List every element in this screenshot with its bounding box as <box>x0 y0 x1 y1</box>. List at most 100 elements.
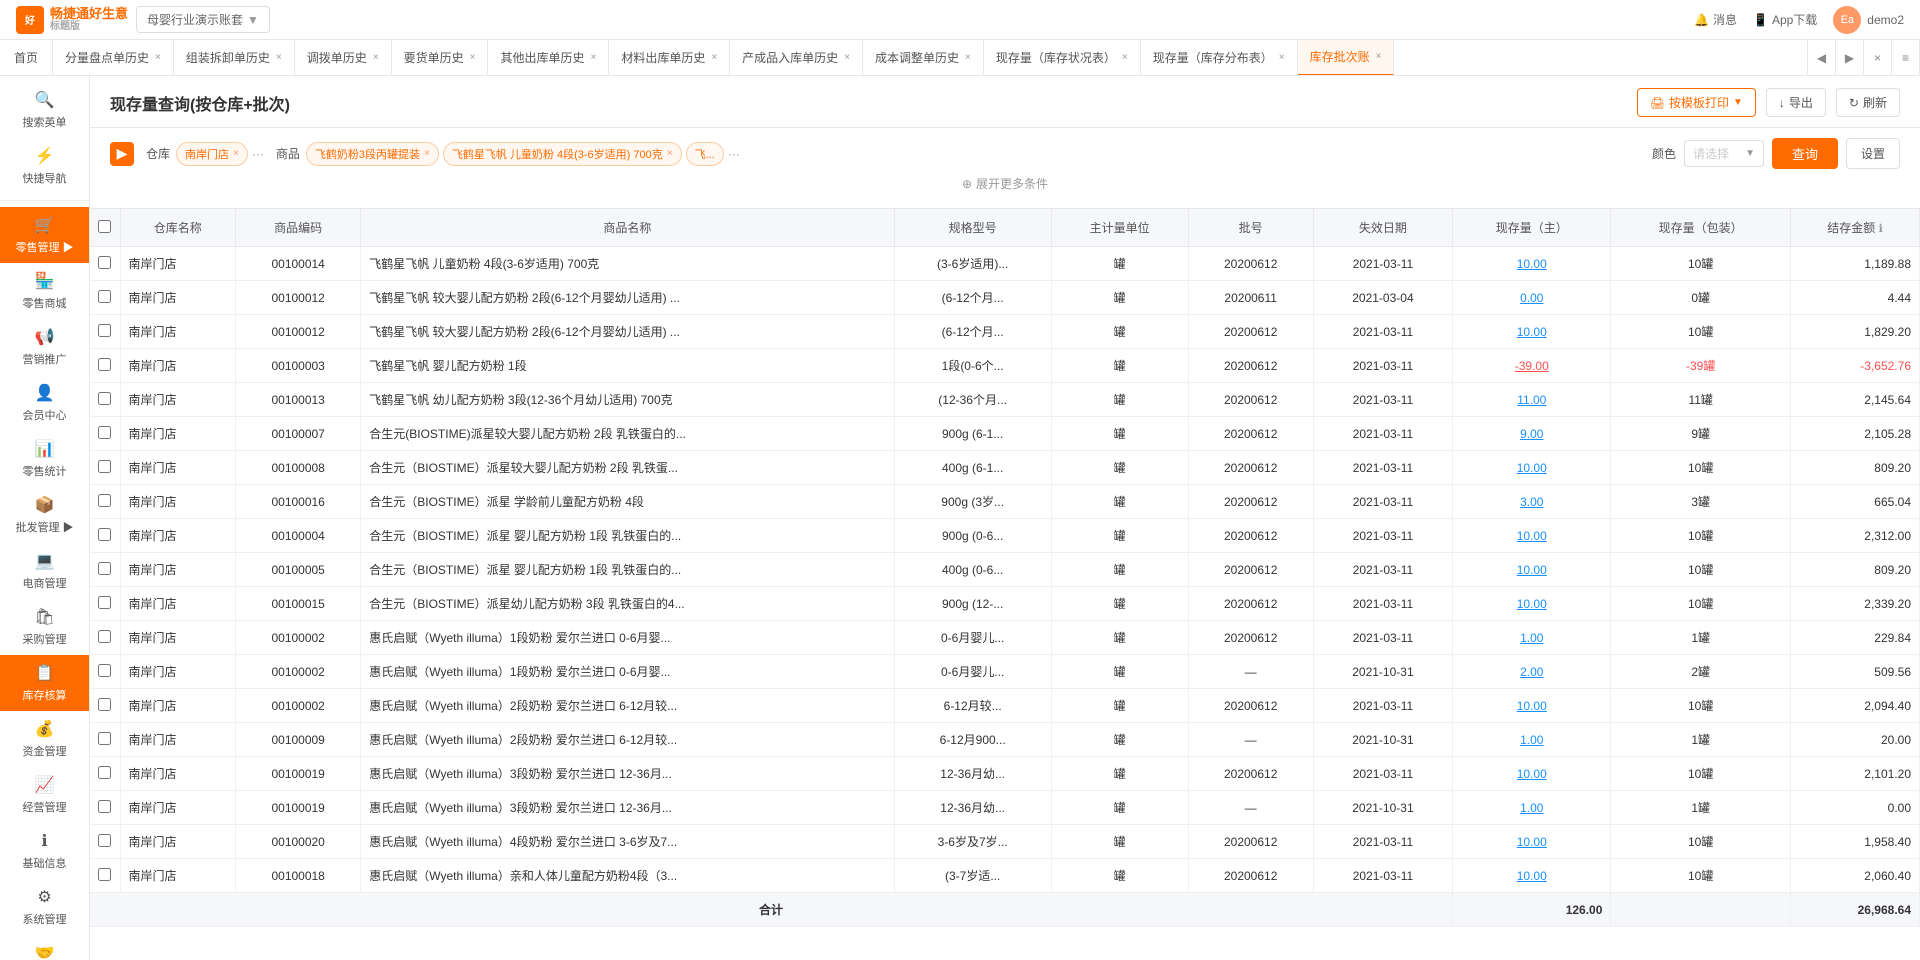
tab-xiancun2[interactable]: 现存量（库存分布表） × <box>1141 40 1298 76</box>
row-checkbox[interactable] <box>98 868 111 881</box>
refresh-button[interactable]: ↻ 刷新 <box>1836 88 1900 117</box>
row-checkbox[interactable] <box>98 494 111 507</box>
tab-close-cailiao[interactable]: × <box>711 52 717 63</box>
row-checkbox[interactable] <box>98 426 111 439</box>
td-qty[interactable]: 10.00 <box>1453 757 1611 791</box>
td-qty[interactable]: 2.00 <box>1453 655 1611 689</box>
row-checkbox[interactable] <box>98 392 111 405</box>
company-selector[interactable]: 母婴行业演示账套 ▼ <box>136 6 270 33</box>
td-qty[interactable]: 10.00 <box>1453 553 1611 587</box>
sidebar-item-ecom[interactable]: 💻 电商管理 <box>0 543 89 599</box>
tab-fenpan[interactable]: 分量盘点单历史 × <box>53 40 174 76</box>
product-tag-1-close[interactable]: × <box>424 148 430 159</box>
td-qty[interactable]: 11.00 <box>1453 383 1611 417</box>
row-checkbox[interactable] <box>98 256 111 269</box>
tab-chengben[interactable]: 成本调整单历史 × <box>863 40 984 76</box>
warehouse-more[interactable]: ··· <box>252 147 264 161</box>
td-qty[interactable]: 10.00 <box>1453 519 1611 553</box>
tab-close-diaob[interactable]: × <box>373 52 379 63</box>
tab-menu-btn[interactable]: ≡ <box>1892 40 1920 76</box>
tab-scroll-left[interactable]: ◀ <box>1808 40 1836 76</box>
row-checkbox[interactable] <box>98 766 111 779</box>
sidebar-item-shop[interactable]: 🏪 零售商城 <box>0 263 89 319</box>
filter-toggle-btn[interactable]: ▶ <box>110 142 134 166</box>
tab-chanpin[interactable]: 产成品入库单历史 × <box>730 40 863 76</box>
td-qty[interactable]: 10.00 <box>1453 451 1611 485</box>
td-qty[interactable]: 10.00 <box>1453 587 1611 621</box>
warehouse-tag-close[interactable]: × <box>233 148 239 159</box>
row-checkbox[interactable] <box>98 698 111 711</box>
td-qty[interactable]: 0.00 <box>1453 281 1611 315</box>
tab-scroll-right[interactable]: ▶ <box>1836 40 1864 76</box>
tab-zuzheng[interactable]: 组装拆卸单历史 × <box>174 40 295 76</box>
tab-cailiao[interactable]: 材料出库单历史 × <box>609 40 730 76</box>
row-checkbox[interactable] <box>98 834 111 847</box>
sidebar-item-retail[interactable]: 🛒 零售管理 ▶ <box>0 207 89 263</box>
row-checkbox[interactable] <box>98 732 111 745</box>
td-qty[interactable]: 1.00 <box>1453 791 1611 825</box>
amount-info-icon[interactable]: ℹ <box>1879 223 1883 235</box>
row-checkbox[interactable] <box>98 290 111 303</box>
setting-button[interactable]: 设置 <box>1846 138 1900 169</box>
sidebar-item-finance[interactable]: 💰 资金管理 <box>0 711 89 767</box>
row-checkbox[interactable] <box>98 460 111 473</box>
select-all-checkbox[interactable] <box>98 220 111 233</box>
tab-kucun-batch[interactable]: 库存批次账 × <box>1298 40 1395 76</box>
sidebar-quick-nav[interactable]: ⚡ 快捷导航 <box>0 138 89 194</box>
td-qty[interactable]: -39.00 <box>1453 349 1611 383</box>
tab-close-yaohuo[interactable]: × <box>470 52 476 63</box>
row-checkbox[interactable] <box>98 528 111 541</box>
tab-xiancun1[interactable]: 现存量（库存状况表） × <box>984 40 1141 76</box>
sidebar-item-wholesale[interactable]: 📦 批发管理 ▶ <box>0 487 89 543</box>
row-checkbox[interactable] <box>98 800 111 813</box>
row-checkbox[interactable] <box>98 630 111 643</box>
query-button[interactable]: 查询 <box>1772 138 1838 169</box>
tab-close-batch[interactable]: × <box>1376 51 1382 62</box>
tab-close-xiancun1[interactable]: × <box>1122 52 1128 63</box>
row-checkbox[interactable] <box>98 664 111 677</box>
row-checkbox[interactable] <box>98 324 111 337</box>
expand-more-btn[interactable]: ⊕ 展开更多条件 <box>110 169 1900 198</box>
product-tag-2-close[interactable]: × <box>667 148 673 159</box>
tab-close-xiancun2[interactable]: × <box>1279 52 1285 63</box>
tab-close-chanpin[interactable]: × <box>844 52 850 63</box>
tab-close-zuzheng[interactable]: × <box>276 52 282 63</box>
export-button[interactable]: ↓ 导出 <box>1766 88 1826 117</box>
app-download-btn[interactable]: 📱 App下载 <box>1753 11 1817 28</box>
td-qty[interactable]: 10.00 <box>1453 825 1611 859</box>
td-qty[interactable]: 9.00 <box>1453 417 1611 451</box>
product-more[interactable]: ··· <box>728 147 740 161</box>
sidebar-item-marketing[interactable]: 📢 营销推广 <box>0 319 89 375</box>
sidebar-item-operation[interactable]: 📈 经营管理 <box>0 767 89 823</box>
td-qty[interactable]: 1.00 <box>1453 621 1611 655</box>
td-qty[interactable]: 10.00 <box>1453 689 1611 723</box>
message-btn[interactable]: 🔔 消息 <box>1694 11 1737 28</box>
row-checkbox[interactable] <box>98 358 111 371</box>
sidebar-item-purchase[interactable]: 🛍 采购管理 <box>0 599 89 655</box>
tab-diaob[interactable]: 调拨单历史 × <box>295 40 392 76</box>
td-qty[interactable]: 3.00 <box>1453 485 1611 519</box>
sidebar-item-stats[interactable]: 📊 零售统计 <box>0 431 89 487</box>
print-button[interactable]: 🖨 按模板打印 ▼ <box>1637 88 1756 117</box>
tab-qitachu[interactable]: 其他出库单历史 × <box>488 40 609 76</box>
row-checkbox[interactable] <box>98 596 111 609</box>
tab-close-qitachu[interactable]: × <box>590 52 596 63</box>
tab-close-fenpan[interactable]: × <box>155 52 161 63</box>
sidebar-item-inventory[interactable]: 📋 库存核算 <box>0 655 89 711</box>
sidebar-item-system[interactable]: ⚙ 系统管理 <box>0 879 89 935</box>
td-qty[interactable]: 10.00 <box>1453 315 1611 349</box>
td-qty[interactable]: 10.00 <box>1453 247 1611 281</box>
sidebar-item-collab[interactable]: 🤝 企业协同 <box>0 935 89 960</box>
sidebar-search[interactable]: 🔍 搜索英单 <box>0 82 89 138</box>
td-qty[interactable]: 10.00 <box>1453 859 1611 893</box>
tab-yaohuo[interactable]: 要货单历史 × <box>392 40 489 76</box>
tab-close-chengben[interactable]: × <box>965 52 971 63</box>
sidebar-item-member[interactable]: 👤 会员中心 <box>0 375 89 431</box>
user-area[interactable]: Ea demo2 <box>1833 6 1904 34</box>
tab-close-btn[interactable]: × <box>1864 40 1892 76</box>
row-checkbox[interactable] <box>98 562 111 575</box>
color-select[interactable]: 请选择 ▼ <box>1684 140 1764 167</box>
tab-home[interactable]: 首页 <box>0 40 53 76</box>
td-qty[interactable]: 1.00 <box>1453 723 1611 757</box>
sidebar-item-base[interactable]: ℹ 基础信息 <box>0 823 89 879</box>
